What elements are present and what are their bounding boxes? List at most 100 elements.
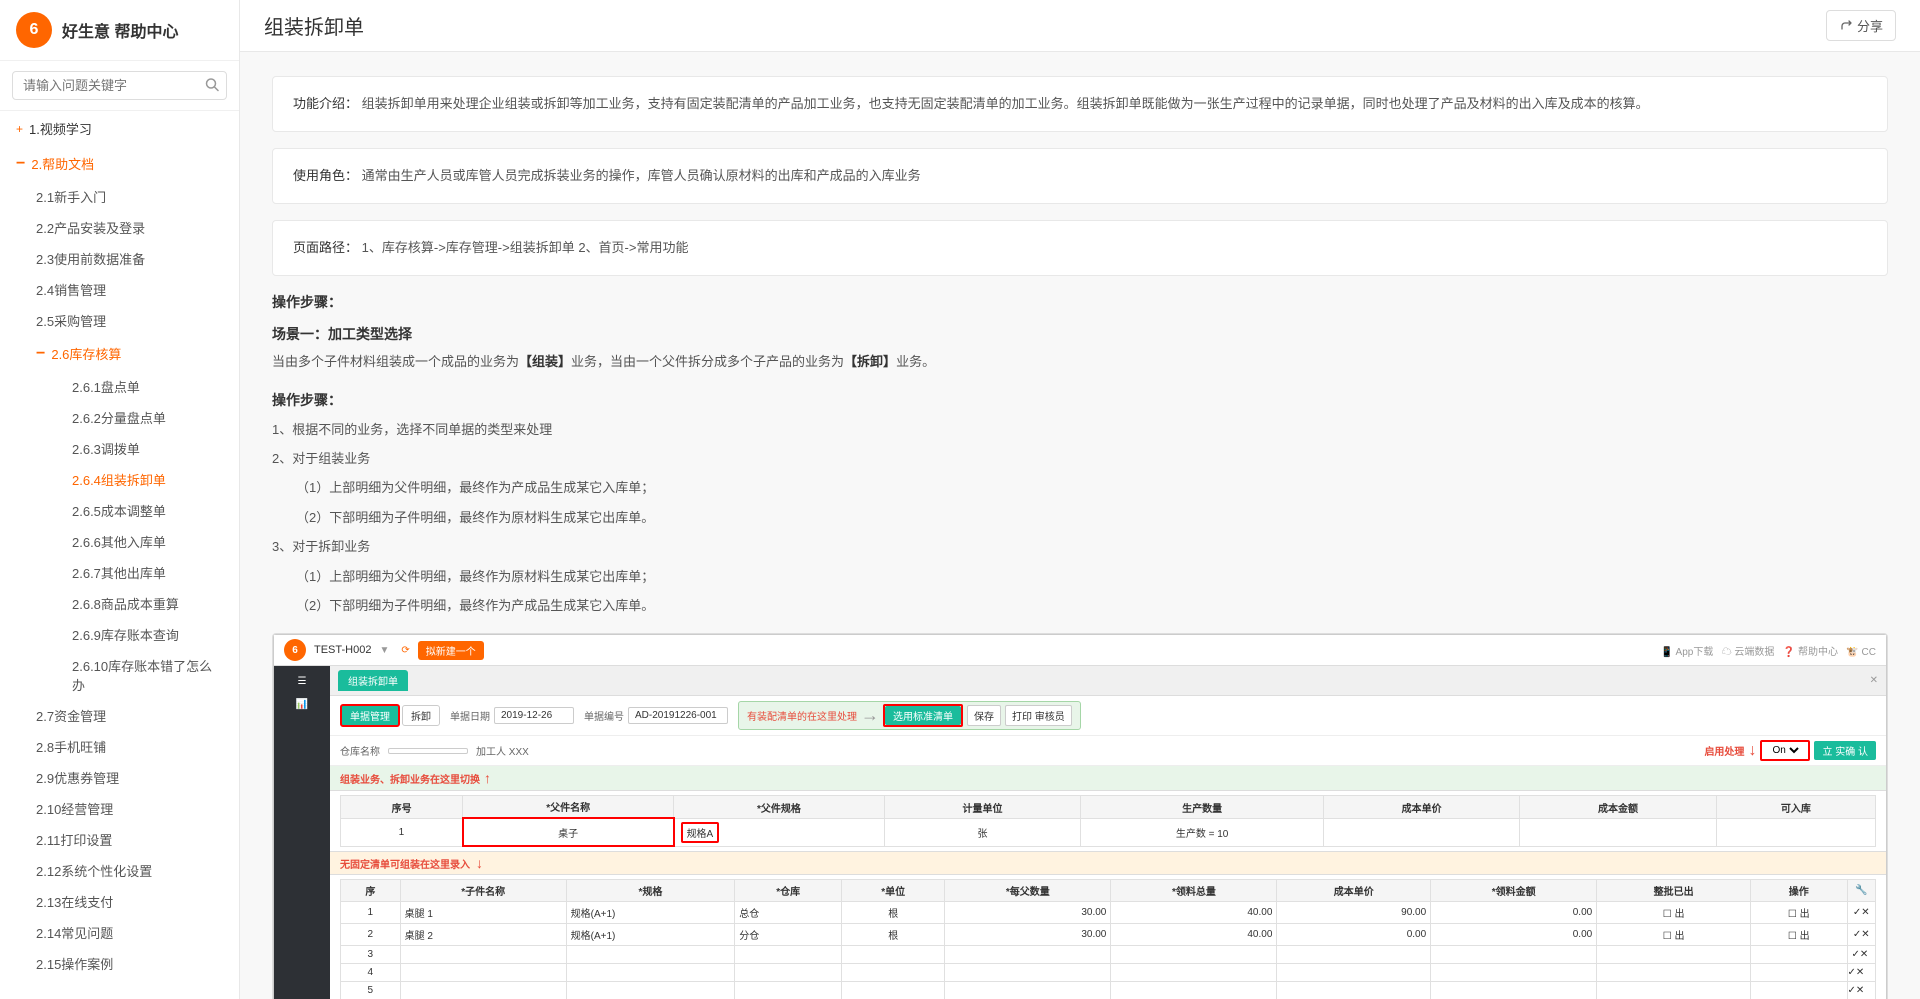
ltd-1-4: 总仓 — [735, 902, 842, 924]
ltd-3-3 — [566, 946, 735, 964]
ltd-4-1: 4 — [341, 964, 401, 982]
mock-enable-select[interactable]: On Off — [1768, 744, 1802, 757]
mock-type-tabs: 单据管理 拆卸 — [340, 704, 440, 727]
sidebar-item-n269[interactable]: 2.6.9库存账本查询 — [56, 619, 239, 650]
sidebar-item-n262[interactable]: 2.6.2分量盘点单 — [56, 402, 239, 433]
share-button[interactable]: 分享 — [1826, 10, 1896, 41]
mock-app: 6 TEST-H002 ▼ ⟳ 拟新建一个 📱 App下载 ☁ 云端数据 ❓ 帮… — [273, 634, 1887, 999]
content-area: 功能介绍： 组装拆卸单用来处理企业组装或拆卸等加工业务，支持有固定装配清单的产品… — [240, 52, 1920, 999]
ltd-5-7 — [1111, 982, 1277, 999]
sidebar-item-n268[interactable]: 2.6.8商品成本重算 — [56, 588, 239, 619]
scene1-desc: 当由多个子件材料组装成一个成品的业务为【组装】业务，当由一个父件拆分成多个子产品… — [272, 350, 1888, 373]
td-total-val — [1520, 818, 1716, 846]
ltd-5-11 — [1750, 982, 1847, 999]
mock-print-btn[interactable]: 打印 审核员 — [1005, 705, 1072, 726]
ltd-5-actions: ✓✕ — [1847, 982, 1875, 999]
sidebar-item-n265[interactable]: 2.6.5成本调整单 — [56, 495, 239, 526]
sidebar-item-n26[interactable]: − 2.6库存核算 — [20, 336, 239, 371]
sidebar-item-n24[interactable]: 2.4销售管理 — [20, 274, 239, 305]
annotation-arrow3: ↓ — [1748, 742, 1756, 760]
sidebar-item-n29[interactable]: 2.9优惠券管理 — [20, 762, 239, 793]
nav-item-help-docs[interactable]: − 2.帮助文档 — [0, 146, 239, 181]
lth-10: 整批已出 — [1597, 880, 1751, 902]
ltd-1-5: 根 — [842, 902, 945, 924]
ltd-3-9 — [1431, 946, 1597, 964]
sidebar-item-n2610[interactable]: 2.6.10库存账本错了怎么办 — [56, 650, 239, 700]
ltd-2-11: ☐ 出 — [1750, 924, 1847, 946]
nav-item-videos[interactable]: + 1.视频学习 — [0, 111, 239, 146]
mock-lower-table-body: 1 桌腿 1 规格(A+1) 总仓 根 30.00 40.00 90.00 — [341, 902, 1876, 999]
ltd-2-6: 30.00 — [945, 924, 1111, 946]
td-cost-val — [1323, 818, 1519, 846]
sidebar-item-n25[interactable]: 2.5采购管理 — [20, 305, 239, 336]
mock-nav-icon-1: ☰ — [298, 670, 307, 693]
table-row: 1 桌子 规格A 张 生产数 = 10 — [341, 818, 1876, 846]
sidebar-item-n261[interactable]: 2.6.1盘点单 — [56, 371, 239, 402]
ltd-1-6: 30.00 — [945, 902, 1111, 924]
ltd-4-9 — [1431, 964, 1597, 982]
mock-tab-assembly: 组装拆卸单 — [338, 670, 408, 691]
annotation-notice1: 有装配清单的在这里处理 — [747, 708, 857, 723]
lth-5: *单位 — [842, 880, 945, 902]
sidebar-item-n23[interactable]: 2.3使用前数据准备 — [20, 243, 239, 274]
sidebar-item-n267[interactable]: 2.6.7其他出库单 — [56, 557, 239, 588]
mock-id-label: 单据编号 — [584, 708, 624, 723]
step1: 1、根据不同的业务，选择不同单据的类型来处理 — [272, 418, 1888, 441]
ltd-4-3 — [566, 964, 735, 982]
ltd-3-7 — [1111, 946, 1277, 964]
ltd-5-3 — [566, 982, 735, 999]
annotation-notice4-text: 无固定清单可组装在这里录入 — [340, 856, 470, 871]
nav-sub-items-26: 2.6.1盘点单 2.6.2分量盘点单 2.6.3调拨单 2.6.4组装拆卸单 … — [20, 371, 239, 700]
mock-date-input: 2019-12-26 — [494, 707, 574, 724]
sidebar-item-n214[interactable]: 2.14常见问题 — [20, 917, 239, 948]
sidebar-item-n215[interactable]: 2.15操作案例 — [20, 948, 239, 979]
step3-1: （1）上部明细为父件明细，最终作为原材料生成某它出库单； — [296, 565, 1888, 588]
logo-icon: 6 — [16, 12, 52, 48]
mock-refresh-icon: ⟳ — [401, 645, 409, 656]
search-input[interactable] — [12, 71, 227, 100]
ltd-3-4 — [735, 946, 842, 964]
th-unit: 计量单位 — [884, 796, 1080, 819]
mock-logo: 6 — [284, 639, 306, 661]
mock-top-icons: 📱 App下载 ☁ 云端数据 ❓ 帮助中心 🐮 CC — [1661, 643, 1876, 658]
sidebar-item-n266[interactable]: 2.6.6其他入库单 — [56, 526, 239, 557]
td-1: 1 — [341, 818, 463, 846]
sidebar-item-n21[interactable]: 2.1新手入门 — [20, 181, 239, 212]
sidebar-item-n264[interactable]: 2.6.4组装拆卸单 — [56, 464, 239, 495]
sidebar-item-n212[interactable]: 2.12系统个性化设置 — [20, 855, 239, 886]
role-block: 使用角色： 通常由生产人员或库管人员完成拆装业务的操作，库管人员确认原材料的出库… — [272, 148, 1888, 204]
ltd-3-2 — [400, 946, 566, 964]
sidebar-item-n213[interactable]: 2.13在线支付 — [20, 886, 239, 917]
ltd-4-actions: ✓✕ — [1847, 964, 1875, 982]
ltd-1-2: 桌腿 1 — [400, 902, 566, 924]
table-row-3: 3 — [341, 946, 1876, 964]
ltd-2-actions: ✓✕ — [1847, 924, 1875, 946]
sidebar-item-n22[interactable]: 2.2产品安装及登录 — [20, 212, 239, 243]
td-spec: 规格A — [674, 818, 885, 846]
step2-1: （1）上部明细为父件明细，最终作为产成品生成某它入库单； — [296, 476, 1888, 499]
mock-left-nav: ☰ 📊 — [274, 666, 330, 999]
ltd-4-2 — [400, 964, 566, 982]
ltd-3-5 — [842, 946, 945, 964]
step3: 3、对于拆卸业务 — [272, 535, 1888, 558]
ltd-2-7: 40.00 — [1111, 924, 1277, 946]
ltd-4-5 — [842, 964, 945, 982]
sidebar-item-n210[interactable]: 2.10经营管理 — [20, 793, 239, 824]
sidebar-item-n28[interactable]: 2.8手机旺铺 — [20, 731, 239, 762]
path-block: 页面路径： 1、库存核算->库存管理->组装拆卸单 2、首页->常用功能 — [272, 220, 1888, 276]
expand-icon: + — [16, 122, 23, 136]
intro-label: 功能介绍： — [293, 96, 358, 111]
lth-11: 操作 — [1750, 880, 1847, 902]
mock-save-btn[interactable]: 保存 — [967, 705, 1001, 726]
mock-form-row2: 仓库名称 加工人 XXX 启用处理 ↓ On — [330, 736, 1886, 766]
table-row-4: 4 — [341, 964, 1876, 982]
sidebar-item-n263[interactable]: 2.6.3调拨单 — [56, 433, 239, 464]
sidebar-item-n211[interactable]: 2.11打印设置 — [20, 824, 239, 855]
mock-type-tab-other: 拆卸 — [402, 705, 440, 726]
mock-select-standard-btn[interactable]: 选用标准清单 — [885, 706, 961, 725]
mock-company-name: TEST-H002 — [314, 644, 371, 656]
search-button[interactable] — [205, 77, 219, 94]
sidebar-item-n27[interactable]: 2.7资金管理 — [20, 700, 239, 731]
mock-confirm-btn[interactable]: 立 实确 认 — [1814, 741, 1876, 760]
path-text: 1、库存核算->库存管理->组装拆卸单 2、首页->常用功能 — [362, 240, 689, 255]
